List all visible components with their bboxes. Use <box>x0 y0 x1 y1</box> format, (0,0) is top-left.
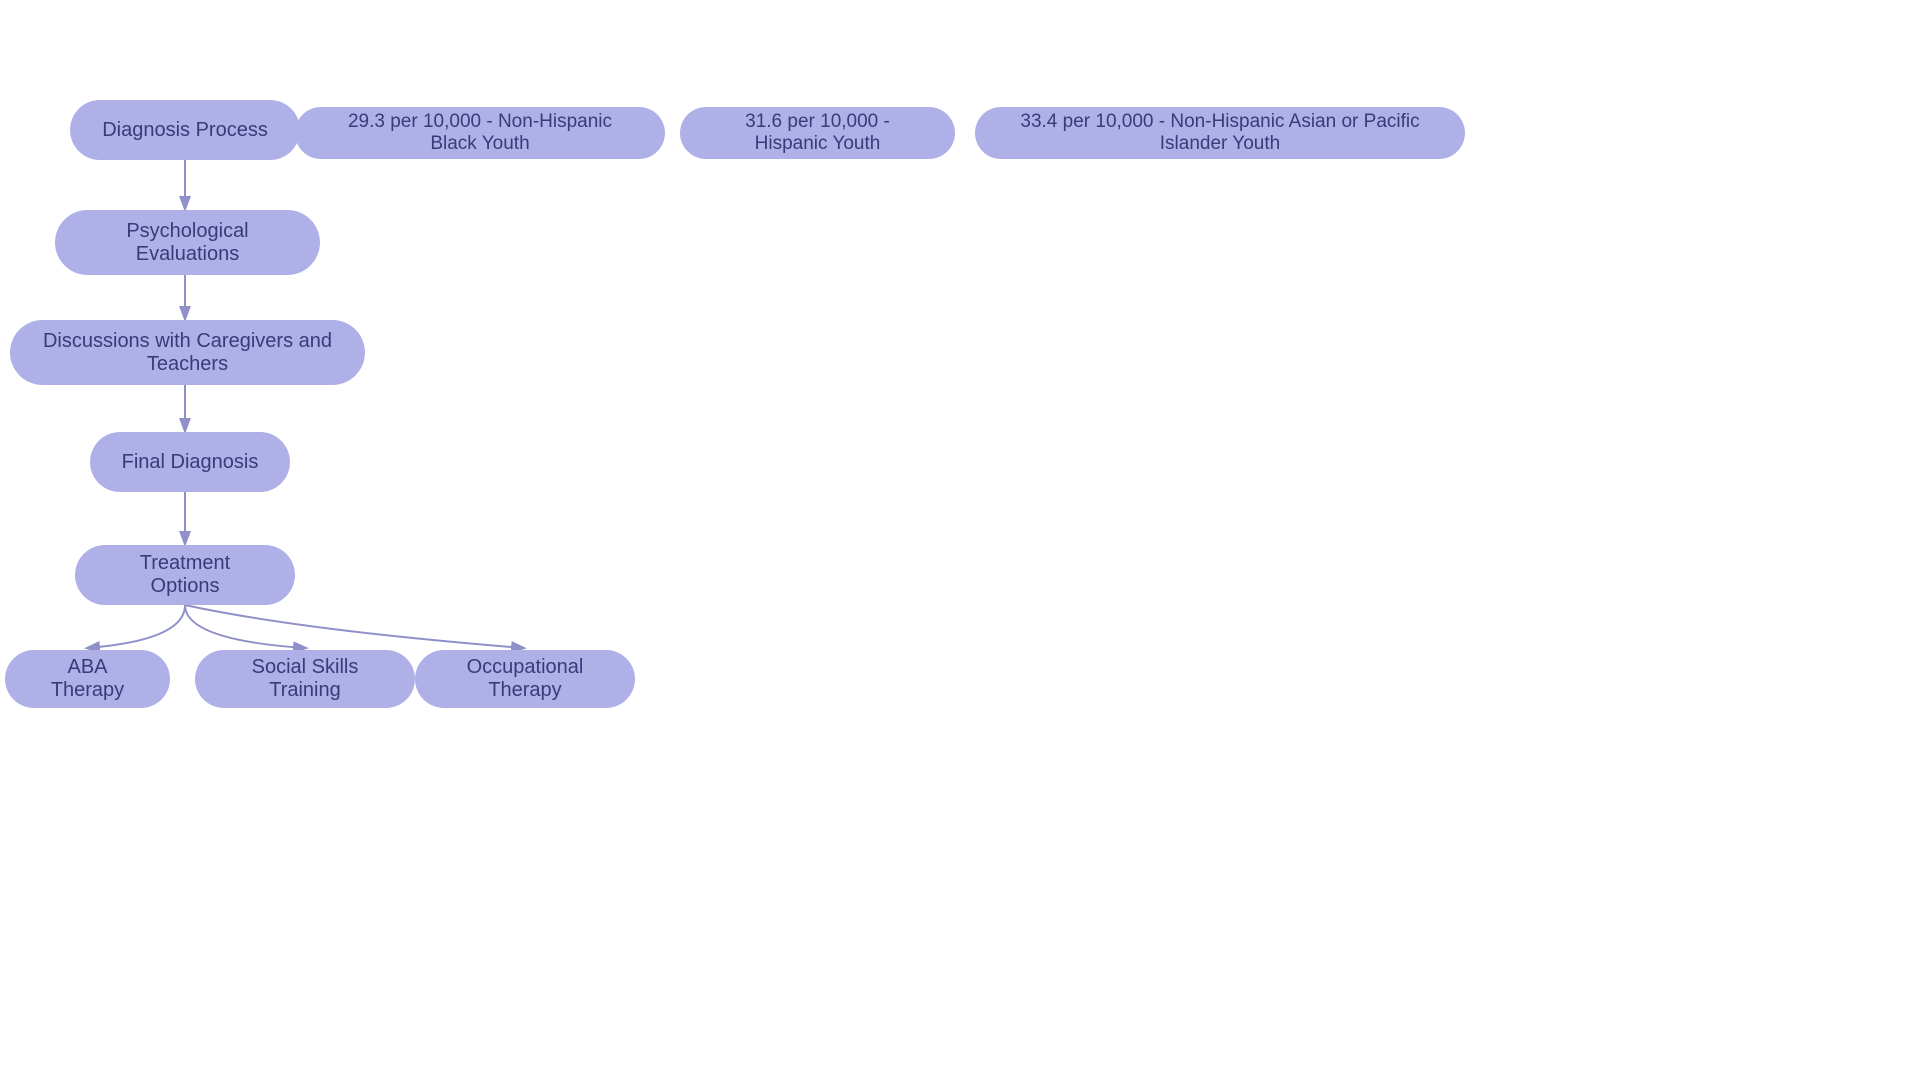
discussions-node: Discussions with Caregivers and Teachers <box>10 320 365 385</box>
stat1-node: 29.3 per 10,000 - Non-Hispanic Black You… <box>295 107 665 159</box>
treatment-options-node: Treatment Options <box>75 545 295 605</box>
occupational-therapy-node: Occupational Therapy <box>415 650 635 708</box>
social-skills-node: Social Skills Training <box>195 650 415 708</box>
diagnosis-process-node: Diagnosis Process <box>70 100 300 160</box>
stat3-node: 33.4 per 10,000 - Non-Hispanic Asian or … <box>975 107 1465 159</box>
aba-therapy-node: ABA Therapy <box>5 650 170 708</box>
stat2-node: 31.6 per 10,000 - Hispanic Youth <box>680 107 955 159</box>
final-diagnosis-node: Final Diagnosis <box>90 432 290 492</box>
psychological-evaluations-node: Psychological Evaluations <box>55 210 320 275</box>
